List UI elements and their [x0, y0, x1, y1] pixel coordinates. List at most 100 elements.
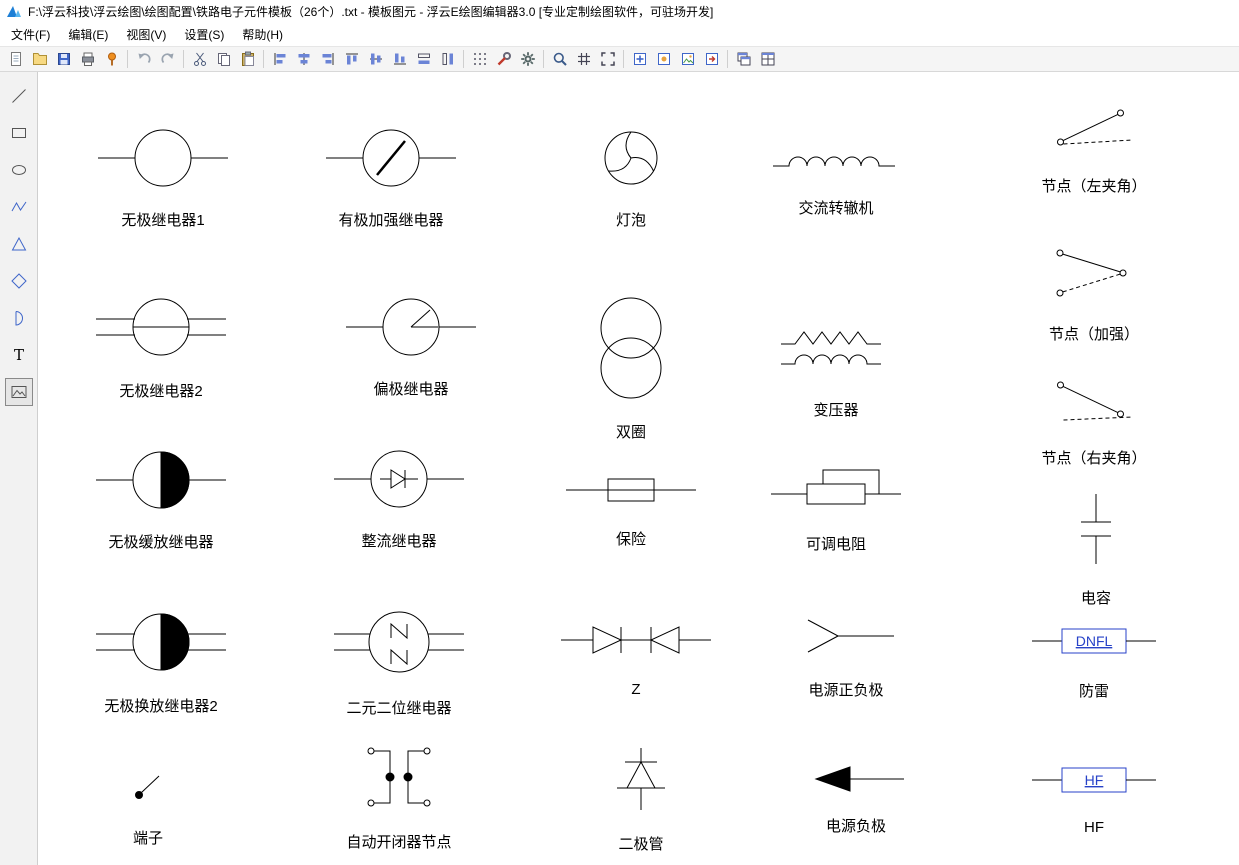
- diamond-tool-icon: [10, 273, 27, 289]
- arc-tool-icon: [15, 311, 23, 326]
- equal-height-button[interactable]: [436, 48, 459, 70]
- symbol-label: 无极换放继电器2: [104, 698, 218, 715]
- relay-binary-2pos-glyph: [334, 608, 464, 681]
- relay-nonpolar-2-glyph: [96, 295, 226, 364]
- symbol-relay-rectifier[interactable]: 整流继电器: [334, 449, 464, 551]
- symbol-node-left-angle[interactable]: 节点（左夹角）: [1041, 102, 1147, 196]
- symbol-label: 自动开闭器节点: [346, 834, 452, 851]
- symbol-label: 电源正负极: [808, 682, 884, 699]
- transformer-glyph: [771, 318, 901, 383]
- polyline-tool[interactable]: [5, 193, 33, 221]
- symbol-label: 节点（右夹角）: [1041, 450, 1147, 467]
- zoom-icon: [553, 52, 567, 66]
- rect-tool-icon: [11, 128, 26, 138]
- menu-file[interactable]: 文件(F): [2, 23, 59, 46]
- symbol-node-right-angle[interactable]: 节点（右夹角）: [1041, 374, 1147, 468]
- symbol-node-strong[interactable]: 节点（加强）: [1048, 244, 1140, 344]
- align-left-button[interactable]: [268, 48, 291, 70]
- triangle-tool[interactable]: [5, 230, 33, 258]
- export-file-button[interactable]: [700, 48, 723, 70]
- symbol-bulb[interactable]: 灯泡: [599, 128, 663, 230]
- terminal-glyph: [126, 768, 170, 811]
- canvas[interactable]: 无极继电器1 有极加强继电器 灯泡 交流转辙机 节点（左夹角） 无极继电器2 偏极继电器双圈…: [39, 72, 1239, 865]
- symbol-label: 交流转辙机: [798, 200, 874, 217]
- align-top-button[interactable]: [340, 48, 363, 70]
- export-file-icon: [705, 53, 718, 65]
- symbol-label: 灯泡: [615, 212, 646, 229]
- align-center-horizontal-button[interactable]: [292, 48, 315, 70]
- ellipse-tool[interactable]: [5, 156, 33, 184]
- svg-text:DNFL: DNFL: [1076, 633, 1113, 649]
- diamond-tool[interactable]: [5, 267, 33, 295]
- pin-button[interactable]: [100, 48, 123, 70]
- new-file-button[interactable]: [4, 48, 27, 70]
- align-right-button[interactable]: [316, 48, 339, 70]
- symbol-hf[interactable]: HF HF: [1032, 762, 1156, 836]
- snap-grid-button[interactable]: [468, 48, 491, 70]
- symbol-lightning-protect[interactable]: DNFL 防雷: [1032, 623, 1156, 701]
- menu-help[interactable]: 帮助(H): [233, 23, 292, 46]
- symbol-transformer[interactable]: 变压器: [771, 318, 901, 420]
- add-element-button[interactable]: [652, 48, 675, 70]
- symbol-double-coil[interactable]: 双圈: [596, 296, 666, 442]
- symbol-relay-nonpolar-1[interactable]: 无极继电器1: [98, 128, 228, 230]
- symbol-adjustable-resistor[interactable]: 可调电阻: [771, 462, 901, 554]
- symbol-relay-slow-release[interactable]: 无极缓放继电器: [96, 450, 226, 552]
- symbol-capacitor[interactable]: 电容: [1074, 492, 1118, 608]
- equal-width-button[interactable]: [412, 48, 435, 70]
- paste-button[interactable]: [236, 48, 259, 70]
- toolbar-separator: [727, 50, 728, 68]
- symbol-fuse[interactable]: 保险: [566, 473, 696, 549]
- symbol-ac-switch-machine[interactable]: 交流转辙机: [771, 142, 901, 218]
- symbol-label: 双圈: [615, 424, 646, 441]
- symbol-diode[interactable]: 二极管: [605, 746, 677, 854]
- app-icon: [6, 4, 22, 20]
- menu-edit[interactable]: 编辑(E): [59, 23, 117, 46]
- symbol-relay-nonpolar-2[interactable]: 无极继电器2: [96, 295, 226, 401]
- menu-view[interactable]: 视图(V): [117, 23, 175, 46]
- symbol-relay-polar-strong[interactable]: 有极加强继电器: [326, 128, 456, 230]
- save-file-button[interactable]: [52, 48, 75, 70]
- copy-button[interactable]: [212, 48, 235, 70]
- capacitor-glyph: [1074, 492, 1118, 571]
- redo-icon: [160, 53, 173, 64]
- align-bottom-button[interactable]: [388, 48, 411, 70]
- line-tool[interactable]: [5, 82, 33, 110]
- open-file-button[interactable]: [28, 48, 51, 70]
- symbol-label: 电源负极: [825, 818, 886, 835]
- toolbar: [0, 46, 1239, 72]
- export-image-button[interactable]: [676, 48, 699, 70]
- print-button[interactable]: [76, 48, 99, 70]
- symbol-power-pos-neg[interactable]: 电源正负极: [796, 614, 896, 700]
- settings-gear-button[interactable]: [516, 48, 539, 70]
- symbol-z-diodes[interactable]: Z: [561, 620, 711, 698]
- modify-tool-button[interactable]: [492, 48, 515, 70]
- undo-button[interactable]: [132, 48, 155, 70]
- symbol-relay-biased[interactable]: 偏极继电器: [346, 297, 476, 399]
- zoom-button[interactable]: [548, 48, 571, 70]
- symbol-auto-switch-node[interactable]: 自动开闭器节点: [344, 744, 454, 852]
- align-left-icon: [274, 53, 285, 65]
- symbol-power-negative[interactable]: 电源负极: [806, 764, 906, 836]
- symbol-label: 防雷: [1078, 683, 1109, 700]
- print-icon: [81, 52, 94, 66]
- cut-button[interactable]: [188, 48, 211, 70]
- menu-settings[interactable]: 设置(S): [175, 23, 233, 46]
- insert-template-button[interactable]: [628, 48, 651, 70]
- save-file-icon: [57, 53, 70, 65]
- align-middle-vertical-icon: [369, 53, 382, 65]
- arc-tool[interactable]: [5, 304, 33, 332]
- text-tool[interactable]: T: [5, 341, 33, 369]
- fit-view-button[interactable]: [596, 48, 619, 70]
- tile-windows-button[interactable]: [756, 48, 779, 70]
- symbol-relay-switch-release-2[interactable]: 无极换放继电器2: [96, 610, 226, 716]
- symbol-terminal[interactable]: 端子: [126, 768, 170, 848]
- symbol-relay-binary-2pos[interactable]: 二元二位继电器: [334, 608, 464, 718]
- line-tool-icon: [11, 89, 26, 103]
- cascade-windows-button[interactable]: [732, 48, 755, 70]
- align-middle-vertical-button[interactable]: [364, 48, 387, 70]
- grid-toggle-button[interactable]: [572, 48, 595, 70]
- redo-button[interactable]: [156, 48, 179, 70]
- image-tool[interactable]: [4, 378, 33, 406]
- rect-tool[interactable]: [5, 119, 33, 147]
